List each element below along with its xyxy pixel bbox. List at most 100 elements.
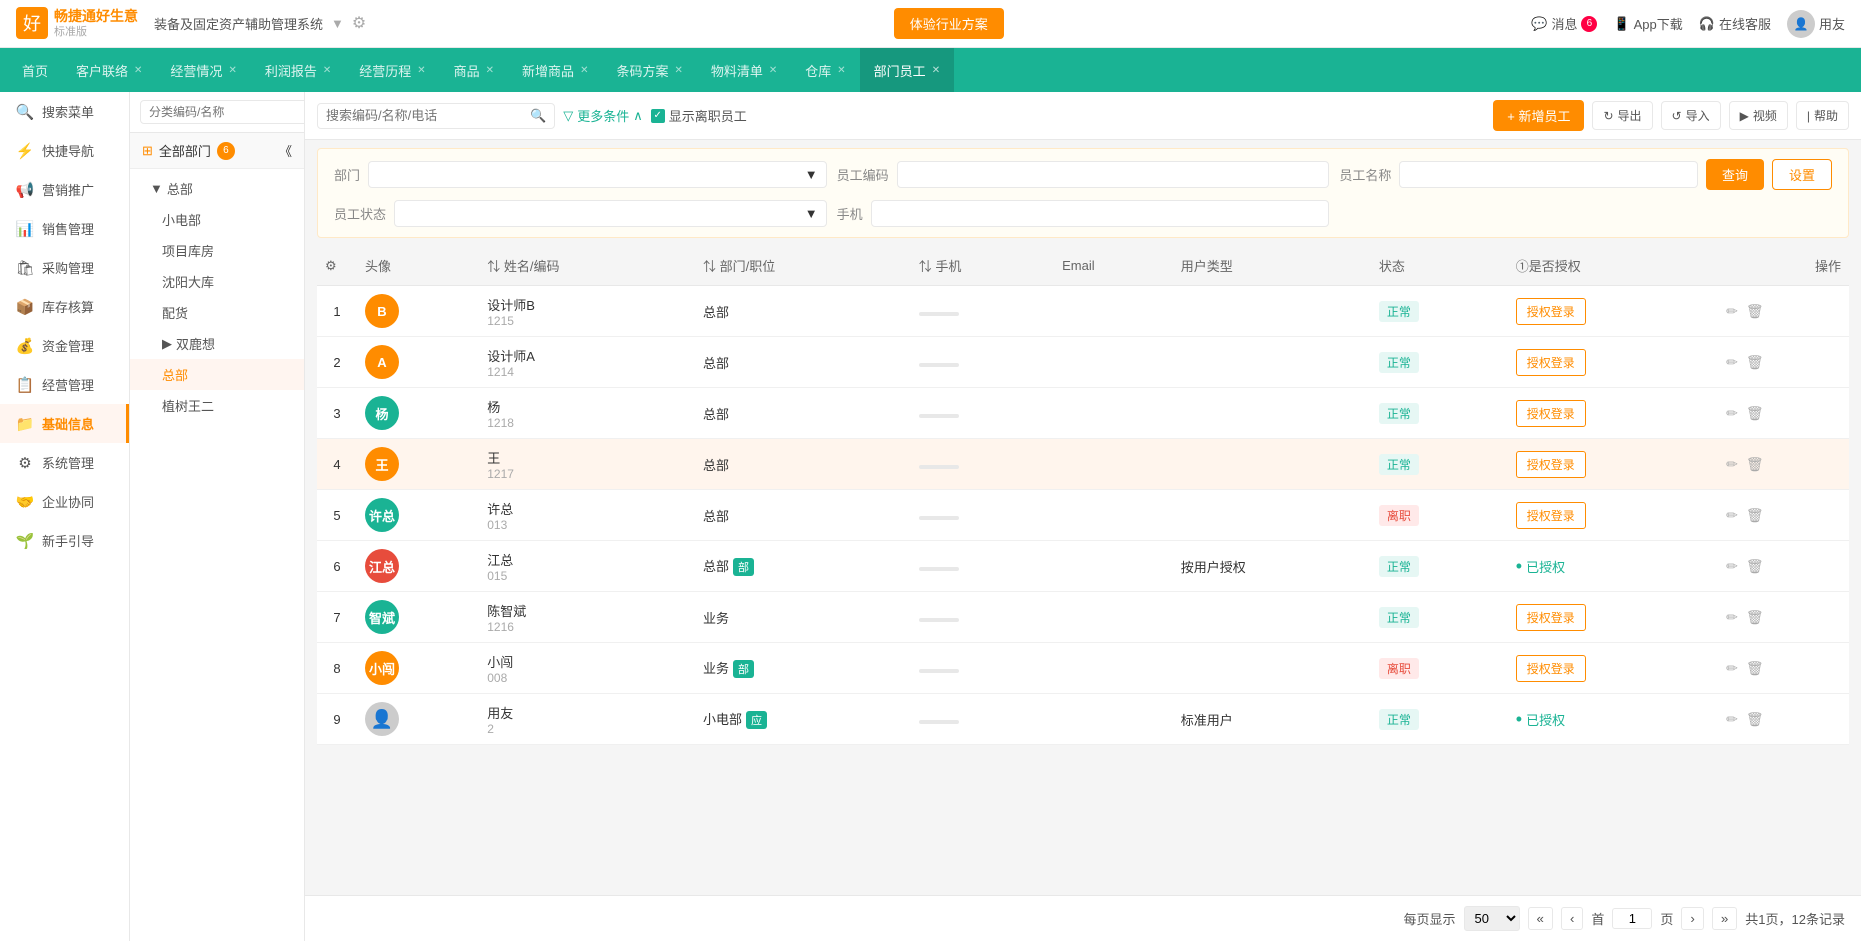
sidebar-item-inventory[interactable]: 📦 库存核算: [0, 287, 129, 326]
dept-node-shenyang[interactable]: 沈阳大库: [130, 266, 304, 297]
export-button[interactable]: ↻ 导出: [1592, 101, 1652, 130]
delete-button[interactable]: 🗑: [1746, 354, 1764, 371]
authorize-button[interactable]: 授权登录: [1516, 400, 1586, 427]
close-icon[interactable]: ✕: [228, 65, 236, 76]
last-page-button[interactable]: »: [1712, 907, 1737, 930]
dept-node-hq[interactable]: 总部: [130, 359, 304, 390]
edit-button[interactable]: ✏: [1726, 609, 1738, 626]
tab-operation[interactable]: 经营情况 ✕: [156, 48, 250, 92]
delete-button[interactable]: 🗑: [1746, 660, 1764, 677]
tab-barcode[interactable]: 条码方案 ✕: [602, 48, 696, 92]
app-download-button[interactable]: 📱 App下载: [1613, 14, 1682, 33]
dept-node-xiaodibu[interactable]: 小电部: [130, 204, 304, 235]
close-icon[interactable]: ✕: [486, 65, 494, 76]
authorize-button[interactable]: 授权登录: [1516, 349, 1586, 376]
col-name[interactable]: ⇅ 姓名/编码: [479, 246, 695, 286]
close-icon[interactable]: ✕: [837, 65, 845, 76]
next-page-button[interactable]: ›: [1681, 907, 1703, 930]
edit-button[interactable]: ✏: [1726, 558, 1738, 575]
dept-search-input[interactable]: [140, 100, 305, 124]
col-phone[interactable]: ⇅ 手机: [911, 246, 1054, 286]
authorize-button[interactable]: 授权登录: [1516, 604, 1586, 631]
close-icon[interactable]: ✕: [932, 65, 940, 76]
tab-addgoods[interactable]: 新增商品 ✕: [508, 48, 602, 92]
dept-filter-select[interactable]: ▼: [368, 161, 827, 188]
authorize-button[interactable]: 授权登录: [1516, 655, 1586, 682]
delete-button[interactable]: 🗑: [1746, 609, 1764, 626]
help-button[interactable]: | 帮助: [1796, 101, 1849, 130]
sidebar-item-sales[interactable]: 📊 销售管理: [0, 209, 129, 248]
authorize-button[interactable]: 授权登录: [1516, 502, 1586, 529]
dept-all-header[interactable]: ⊞ 全部部门 6 《: [130, 133, 304, 169]
tab-bom[interactable]: 物料清单 ✕: [697, 48, 791, 92]
emp-code-input[interactable]: [897, 161, 1330, 188]
page-number-input[interactable]: [1612, 908, 1652, 929]
view-button[interactable]: ▶ 视频: [1729, 101, 1788, 130]
sidebar-item-system[interactable]: ⚙ 系统管理: [0, 443, 129, 482]
show-resigned-checkbox[interactable]: ✓ 显示离职员工: [651, 106, 747, 125]
tab-history[interactable]: 经营历程 ✕: [345, 48, 439, 92]
edit-button[interactable]: ✏: [1726, 660, 1738, 677]
delete-button[interactable]: 🗑: [1746, 303, 1764, 320]
per-page-select[interactable]: 50 100 200: [1464, 906, 1520, 931]
prev-page-button[interactable]: ‹: [1561, 907, 1583, 930]
edit-button[interactable]: ✏: [1726, 405, 1738, 422]
delete-button[interactable]: 🗑: [1746, 558, 1764, 575]
edit-button[interactable]: ✏: [1726, 354, 1738, 371]
tab-goods[interactable]: 商品 ✕: [440, 48, 508, 92]
close-icon[interactable]: ✕: [417, 65, 425, 76]
more-filter-button[interactable]: ▽ 更多条件 ∧: [563, 106, 643, 125]
authorize-button[interactable]: 授权登录: [1516, 451, 1586, 478]
import-button[interactable]: ↺ 导入: [1661, 101, 1721, 130]
close-icon[interactable]: ✕: [323, 65, 331, 76]
message-button[interactable]: 💬 消息 6: [1531, 14, 1597, 33]
edit-button[interactable]: ✏: [1726, 303, 1738, 320]
edit-button[interactable]: ✏: [1726, 711, 1738, 728]
col-settings[interactable]: ⚙: [317, 246, 357, 286]
collapse-icon[interactable]: 《: [279, 141, 292, 160]
search-button[interactable]: 查询: [1706, 159, 1764, 190]
sidebar-item-collab[interactable]: 🤝 企业协同: [0, 482, 129, 521]
sidebar-item-finance[interactable]: 💰 资金管理: [0, 326, 129, 365]
tab-customer[interactable]: 客户联络 ✕: [62, 48, 156, 92]
delete-button[interactable]: 🗑: [1746, 507, 1764, 524]
edit-button[interactable]: ✏: [1726, 507, 1738, 524]
dept-node-project[interactable]: 项目库房: [130, 235, 304, 266]
first-page-button[interactable]: «: [1528, 907, 1553, 930]
chevron-down-icon[interactable]: ▼: [331, 16, 344, 31]
sidebar-item-nav[interactable]: ⚡ 快捷导航: [0, 131, 129, 170]
sidebar-item-guide[interactable]: 🌱 新手引导: [0, 521, 129, 560]
phone-input[interactable]: [871, 200, 1330, 227]
tab-warehouse[interactable]: 仓库 ✕: [791, 48, 859, 92]
emp-status-select[interactable]: ▼: [394, 200, 827, 227]
online-support-button[interactable]: 🎧 在线客服: [1699, 14, 1771, 33]
close-icon[interactable]: ✕: [580, 65, 588, 76]
add-employee-button[interactable]: + 新增员工: [1493, 100, 1584, 131]
settings-icon[interactable]: ⚙: [352, 13, 366, 33]
delete-button[interactable]: 🗑: [1746, 456, 1764, 473]
sidebar-item-mgmt[interactable]: 📋 经营管理: [0, 365, 129, 404]
edit-button[interactable]: ✏: [1726, 456, 1738, 473]
set-button[interactable]: 设置: [1772, 159, 1832, 190]
tab-department[interactable]: 部门员工 ✕: [860, 48, 954, 92]
delete-button[interactable]: 🗑: [1746, 711, 1764, 728]
user-button[interactable]: 👤 用友: [1787, 10, 1845, 38]
col-dept[interactable]: ⇅ 部门/职位: [695, 246, 911, 286]
sidebar-item-search[interactable]: 🔍 搜索菜单: [0, 92, 129, 131]
search-icon[interactable]: 🔍: [530, 108, 546, 124]
authorize-button[interactable]: 授权登录: [1516, 298, 1586, 325]
tab-profit[interactable]: 利润报告 ✕: [251, 48, 345, 92]
sidebar-item-basic[interactable]: 📁 基础信息: [0, 404, 129, 443]
delete-button[interactable]: 🗑: [1746, 405, 1764, 422]
search-input[interactable]: [326, 108, 526, 123]
close-icon[interactable]: ✕: [674, 65, 682, 76]
tab-home[interactable]: 首页: [8, 48, 62, 92]
close-icon[interactable]: ✕: [769, 65, 777, 76]
dept-node-shuanglu[interactable]: ▶ 双鹿想: [130, 328, 304, 359]
sidebar-item-purchase[interactable]: 🛍 采购管理: [0, 248, 129, 287]
sidebar-item-marketing[interactable]: 📢 营销推广: [0, 170, 129, 209]
dept-node-zhishu[interactable]: 植树王二: [130, 390, 304, 421]
dept-node-peihuo[interactable]: 配货: [130, 297, 304, 328]
dept-node-hq-parent[interactable]: ▼ 总部: [130, 173, 304, 204]
emp-name-input[interactable]: [1399, 161, 1698, 188]
